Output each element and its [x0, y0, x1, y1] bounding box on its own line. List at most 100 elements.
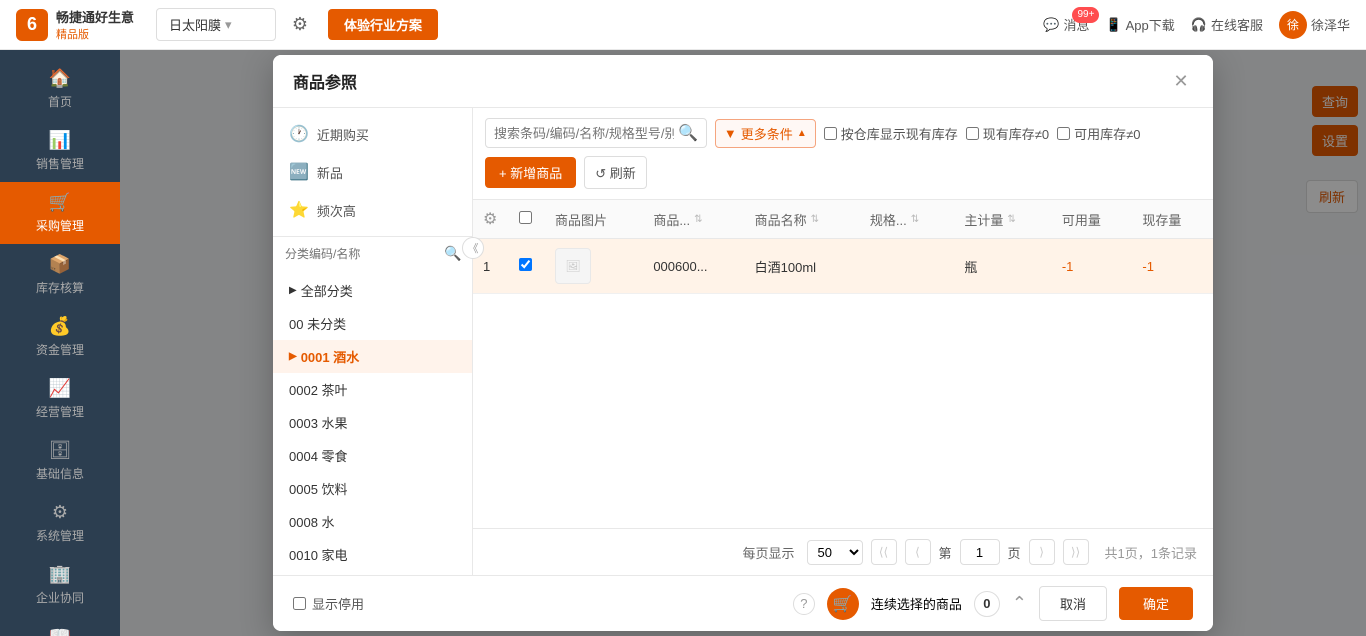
sort-icon-spec[interactable]: ⇅ — [911, 214, 919, 225]
content-area: 查询 设置 刷新 商品参照 ✕ — [120, 50, 1366, 636]
sidebar-item-enterprise[interactable]: 🏢 企业协同 — [0, 554, 120, 616]
tab-new[interactable]: 🆕 新品 — [273, 154, 472, 190]
sidebar-item-basic[interactable]: 🗄 基础信息 — [0, 430, 120, 492]
gear-icon[interactable]: ⚙ — [284, 9, 316, 41]
show-stock-checkbox-group: 按仓库显示现有库存 — [824, 124, 958, 143]
chevron-down-icon: ▾ — [225, 17, 232, 33]
avatar: 徐 — [1279, 11, 1307, 39]
show-stock-label: 按仓库显示现有库存 — [841, 124, 958, 143]
show-stock-checkbox[interactable] — [824, 127, 837, 140]
available-nonzero-checkbox-group: 可用库存≠0 — [1057, 124, 1140, 143]
next-page-button[interactable]: ⟩ — [1029, 539, 1055, 565]
table-row[interactable]: 1 🖼 — [473, 239, 1213, 294]
help-icon[interactable]: ? — [793, 593, 815, 615]
sidebar-item-sales[interactable]: 📊 销售管理 — [0, 120, 120, 182]
category-search-icon[interactable]: 🔍 — [444, 245, 461, 262]
category-0010[interactable]: 0010 家电 — [273, 538, 472, 571]
sidebar-item-home[interactable]: 🏠 首页 — [0, 58, 120, 120]
tab-frequent-label: 频次高 — [317, 201, 356, 220]
category-0008[interactable]: 0008 水 — [273, 505, 472, 538]
add-product-button[interactable]: + 新增商品 — [485, 157, 576, 188]
product-search-icon[interactable]: 🔍 — [678, 123, 698, 143]
cell-checkbox — [509, 239, 545, 294]
refresh-button[interactable]: ↺ 刷新 — [584, 156, 647, 189]
category-0004[interactable]: 0004 零食 — [273, 439, 472, 472]
col-unit-label: 主计量 — [964, 210, 1003, 229]
logo-name: 畅捷通好生意 — [56, 7, 134, 26]
page-size-select[interactable]: 20 50 100 — [807, 540, 863, 565]
tab-recent[interactable]: 🕐 近期购买 — [273, 116, 472, 152]
cell-name: 白酒100ml — [745, 239, 860, 294]
new-icon: 🆕 — [289, 162, 309, 182]
available-nonzero-checkbox[interactable] — [1057, 127, 1070, 140]
select-all-checkbox[interactable] — [519, 211, 532, 224]
headset-icon: 🎧 — [1191, 17, 1207, 33]
panel-collapse-button[interactable]: 《 — [462, 237, 484, 259]
app-download-label: App下载 — [1126, 15, 1175, 34]
inventory-icon: 📦 — [49, 254, 71, 275]
main-layout: 🏠 首页 📊 销售管理 🛒 采购管理 📦 库存核算 💰 资金管理 📈 经营管理 … — [0, 50, 1366, 636]
table-settings-icon[interactable]: ⚙ — [483, 211, 497, 228]
sidebar-label-system: 系统管理 — [36, 527, 84, 544]
nav-right: 💬 消息 99+ 📱 App下载 🎧 在线客服 徐 徐泽华 — [1043, 11, 1350, 39]
col-name: 商品名称 ⇅ — [745, 200, 860, 239]
sort-icon-code[interactable]: ⇅ — [694, 214, 702, 225]
confirm-button[interactable]: 确定 — [1119, 587, 1193, 620]
chevron-up-icon: ▲ — [797, 128, 807, 139]
enterprise-icon: 🏢 — [49, 564, 71, 585]
sidebar-label-finance: 资金管理 — [36, 341, 84, 358]
show-disabled-label: 显示停用 — [312, 594, 364, 613]
category-all[interactable]: ▶ 全部分类 — [273, 274, 472, 307]
last-page-button[interactable]: ⟩⟩ — [1063, 539, 1089, 565]
sidebar-item-system[interactable]: ⚙ 系统管理 — [0, 492, 120, 554]
col-image-label: 商品图片 — [555, 213, 607, 228]
prev-page-button[interactable]: ⟨ — [905, 539, 931, 565]
cart-collapse-icon[interactable]: ⌃ — [1012, 593, 1027, 614]
tab-frequent[interactable]: ⭐ 频次高 — [273, 192, 472, 228]
product-search-wrap: 🔍 — [485, 118, 707, 148]
store-selector[interactable]: 日太阳膜 ▾ — [156, 8, 276, 41]
category-0003[interactable]: 0003 水果 — [273, 406, 472, 439]
more-filter-button[interactable]: ▼ 更多条件 ▲ — [715, 119, 816, 148]
online-service-button[interactable]: 🎧 在线客服 — [1191, 15, 1263, 34]
image-placeholder-icon: 🖼 — [565, 259, 580, 273]
first-page-button[interactable]: ⟨⟨ — [871, 539, 897, 565]
page-number-input[interactable]: 1 — [960, 539, 1000, 565]
online-service-label: 在线客服 — [1211, 15, 1263, 34]
col-available-label: 可用量 — [1062, 213, 1101, 228]
sidebar-item-guide[interactable]: 📖 新手引导 — [0, 616, 120, 636]
category-00[interactable]: 00 未分类 — [273, 307, 472, 340]
category-0001[interactable]: ▶ 0001 酒水 — [273, 340, 472, 373]
product-search-input[interactable] — [494, 126, 674, 141]
category-0002[interactable]: 0002 茶叶 — [273, 373, 472, 406]
sidebar-item-finance[interactable]: 💰 资金管理 — [0, 306, 120, 368]
sort-icon-name[interactable]: ⇅ — [811, 214, 819, 225]
total-info: 共1页，1条记录 — [1105, 543, 1197, 562]
stock-nonzero-checkbox-group: 现有库存≠0 — [966, 124, 1049, 143]
guide-icon: 📖 — [49, 626, 71, 636]
sales-icon: 📊 — [49, 130, 71, 151]
app-download-button[interactable]: 📱 App下载 — [1105, 15, 1174, 34]
category-search-input[interactable] — [285, 247, 440, 261]
stock-nonzero-checkbox[interactable] — [966, 127, 979, 140]
business-icon: 📈 — [49, 378, 71, 399]
sidebar-item-business[interactable]: 📈 经营管理 — [0, 368, 120, 430]
category-0010-label: 0010 家电 — [289, 545, 348, 564]
sidebar-item-purchase[interactable]: 🛒 采购管理 — [0, 182, 120, 244]
row-checkbox[interactable] — [519, 258, 532, 271]
category-0002-label: 0002 茶叶 — [289, 380, 348, 399]
trial-button[interactable]: 体验行业方案 — [328, 9, 438, 40]
messages-button[interactable]: 💬 消息 99+ — [1043, 15, 1089, 34]
sidebar-item-inventory[interactable]: 📦 库存核算 — [0, 244, 120, 306]
purchase-icon: 🛒 — [49, 192, 71, 213]
cancel-button[interactable]: 取消 — [1039, 586, 1107, 621]
category-0005[interactable]: 0005 饮料 — [273, 472, 472, 505]
category-0003-label: 0003 水果 — [289, 413, 348, 432]
modal-close-button[interactable]: ✕ — [1169, 69, 1193, 93]
sort-icon-unit[interactable]: ⇅ — [1007, 214, 1015, 225]
user-area[interactable]: 徐 徐泽华 — [1279, 11, 1350, 39]
col-image: 商品图片 — [545, 200, 643, 239]
table-header-row: ⚙ 商品图片 — [473, 200, 1213, 239]
cell-code: 000600... — [643, 239, 744, 294]
show-disabled-checkbox[interactable] — [293, 597, 306, 610]
